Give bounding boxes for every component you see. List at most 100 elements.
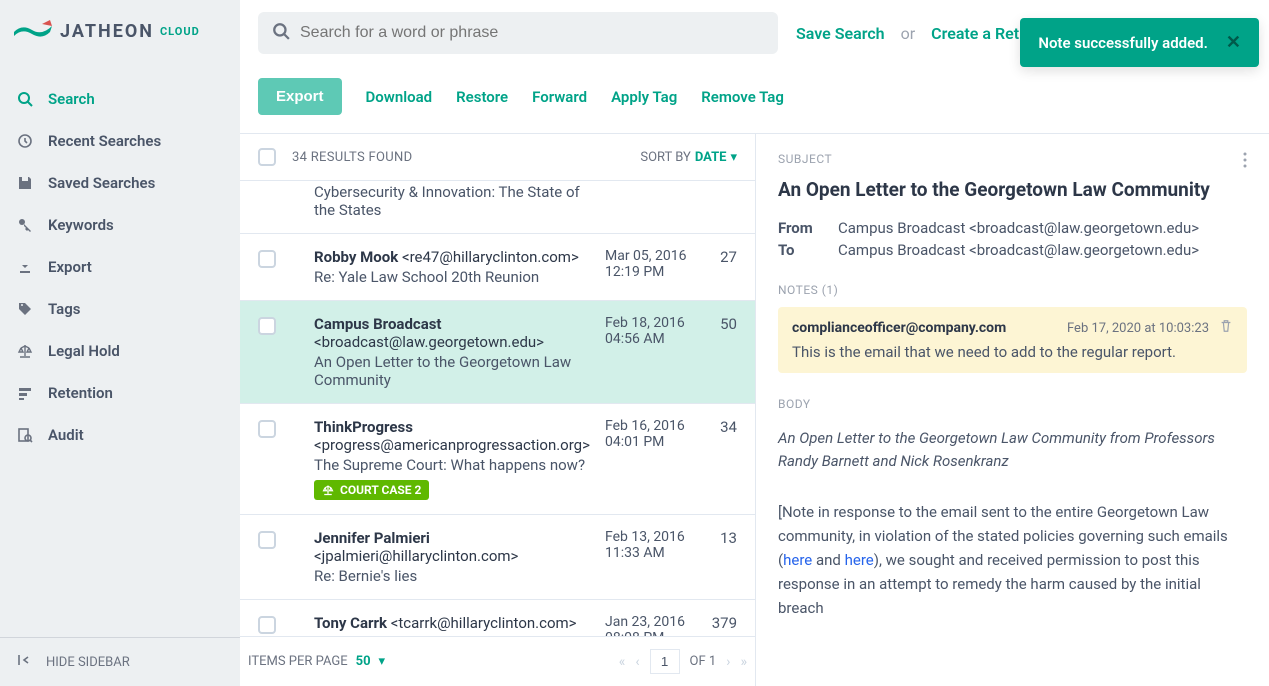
list-row[interactable]: Cybersecurity & Innovation: The State of… [240,181,755,234]
sidebar-item-saved[interactable]: Saved Searches [0,162,240,204]
next-page-button[interactable]: › [726,654,730,670]
list-body: Cybersecurity & Innovation: The State of… [240,181,755,636]
hide-sidebar-button[interactable]: HIDE SIDEBAR [0,637,240,686]
list-row[interactable]: Jennifer Palmieri <jpalmieri@hillaryclin… [240,515,755,600]
row-email: <progress@americanprogressaction.org> [314,436,589,454]
sidebar-item-export[interactable]: Export [0,246,240,288]
chevron-down-icon[interactable]: ▾ [379,654,386,669]
more-menu-button[interactable] [1243,152,1247,172]
remove-tag-button[interactable]: Remove Tag [701,88,784,106]
sidebar-item-retention[interactable]: Retention [0,372,240,414]
list-row[interactable]: Tony Carrk <tcarrk@hillaryclinton.com> G… [240,600,755,636]
list-panel: 34 RESULTS FOUND SORT BY DATE ▾ Cybersec [240,134,756,686]
row-subject: The Supreme Court: What happens now? [314,456,589,474]
collapse-icon [16,652,32,672]
top-actions: Save Search or Create a Ret [796,24,1019,43]
row-checkbox[interactable] [258,420,276,438]
toast-message: Note successfully added. [1038,34,1208,52]
body-link-1[interactable]: here [783,551,812,569]
list-row[interactable]: Campus Broadcast <broadcast@law.georgeto… [240,301,755,404]
key-icon [16,216,34,234]
sidebar-item-label: Search [48,90,95,108]
retention-icon [16,384,34,402]
row-checkbox[interactable] [258,616,276,634]
sidebar-item-tags[interactable]: Tags [0,288,240,330]
sidebar-item-audit[interactable]: Audit [0,414,240,456]
scale-icon [322,484,334,496]
to-value: Campus Broadcast <broadcast@law.georgeto… [838,241,1199,259]
meta-from: From Campus Broadcast <broadcast@law.geo… [778,219,1247,237]
ipp-value[interactable]: 50 [356,654,371,669]
create-retention-link[interactable]: Create a Ret [931,24,1019,43]
logo: JATHEON CLOUD [0,0,240,58]
search-input[interactable] [300,24,764,42]
toolbar: Export Download Restore Forward Apply Ta… [240,66,1269,133]
note-time: Feb 17, 2020 at 10:03:23 [1067,321,1209,336]
restore-button[interactable]: Restore [456,88,508,106]
list-footer: ITEMS PER PAGE 50 ▾ « ‹ OF 1 › » [240,636,755,686]
toast-close-button[interactable]: ✕ [1226,32,1241,53]
apply-tag-button[interactable]: Apply Tag [611,88,677,106]
select-all-checkbox[interactable] [258,148,276,166]
from-value: Campus Broadcast <broadcast@law.georgeto… [838,219,1199,237]
row-checkbox[interactable] [258,531,276,549]
logo-sub: CLOUD [160,25,200,38]
row-sender: Robby Mook <re47@hillaryclinton.com> [314,248,589,266]
row-sender: Jennifer Palmieri [314,529,589,547]
row-checkbox[interactable] [258,317,276,335]
row-subject: Goldman Sachs paid speeches [314,634,589,636]
prev-page-button[interactable]: ‹ [635,654,639,670]
sidebar: JATHEON CLOUD Search Recent Searches Sav… [0,0,240,686]
sidebar-item-recent[interactable]: Recent Searches [0,120,240,162]
row-subject: Cybersecurity & Innovation: The State of… [314,183,589,219]
main: Save Search or Create a Ret Export Downl… [240,0,1269,686]
save-search-link[interactable]: Save Search [796,24,885,43]
history-icon [16,132,34,150]
row-subject: An Open Letter to the Georgetown Law Com… [314,353,589,389]
row-sender: ThinkProgress [314,418,589,436]
ipp-label: ITEMS PER PAGE [248,654,348,669]
download-icon [16,258,34,276]
search-box[interactable] [258,12,778,54]
sidebar-item-label: Recent Searches [48,132,161,150]
row-subject: Re: Yale Law School 20th Reunion [314,268,589,286]
sidebar-item-search[interactable]: Search [0,78,240,120]
list-row[interactable]: Robby Mook <re47@hillaryclinton.com> Re:… [240,234,755,301]
download-button[interactable]: Download [366,88,433,106]
list-row[interactable]: ThinkProgress <progress@americanprogress… [240,404,755,515]
sidebar-item-keywords[interactable]: Keywords [0,204,240,246]
note-author: complianceofficer@company.com [792,320,1067,336]
last-page-button[interactable]: » [740,654,747,670]
row-email: <jpalmieri@hillaryclinton.com> [314,547,589,565]
toast-notification: Note successfully added. ✕ [1020,18,1259,67]
body-paragraph: [Note in response to the email sent to t… [778,500,1247,620]
sort-label: SORT BY [640,150,690,165]
search-icon [272,22,290,44]
export-button[interactable]: Export [258,78,342,115]
to-label: To [778,241,818,259]
row-checkbox[interactable] [258,250,276,268]
sidebar-item-legalhold[interactable]: Legal Hold [0,330,240,372]
row-date: Mar 05, 201612:19 PM [605,248,695,280]
chevron-down-icon: ▾ [730,150,737,165]
body-link-2[interactable]: here [845,551,874,569]
nav: Search Recent Searches Saved Searches Ke… [0,58,240,637]
first-page-button[interactable]: « [619,654,626,670]
tag-badge[interactable]: COURT CASE 2 [314,480,429,500]
row-date: Feb 13, 201611:33 AM [605,529,695,561]
row-size: 379 [711,614,737,632]
audit-icon [16,426,34,444]
row-date: Feb 18, 201604:56 AM [605,315,695,347]
sort-value: DATE [695,150,727,165]
save-icon [16,174,34,192]
delete-note-button[interactable] [1219,319,1233,337]
sidebar-item-label: Keywords [48,216,114,234]
tag-icon [16,300,34,318]
sort-control[interactable]: SORT BY DATE ▾ [640,150,737,165]
row-subject: Re: Bernie's lies [314,567,589,585]
page-input[interactable] [650,649,680,674]
row-size: 50 [711,315,737,333]
forward-button[interactable]: Forward [532,88,587,106]
row-sender: Campus Broadcast [314,315,589,333]
list-header: 34 RESULTS FOUND SORT BY DATE ▾ [240,134,755,181]
